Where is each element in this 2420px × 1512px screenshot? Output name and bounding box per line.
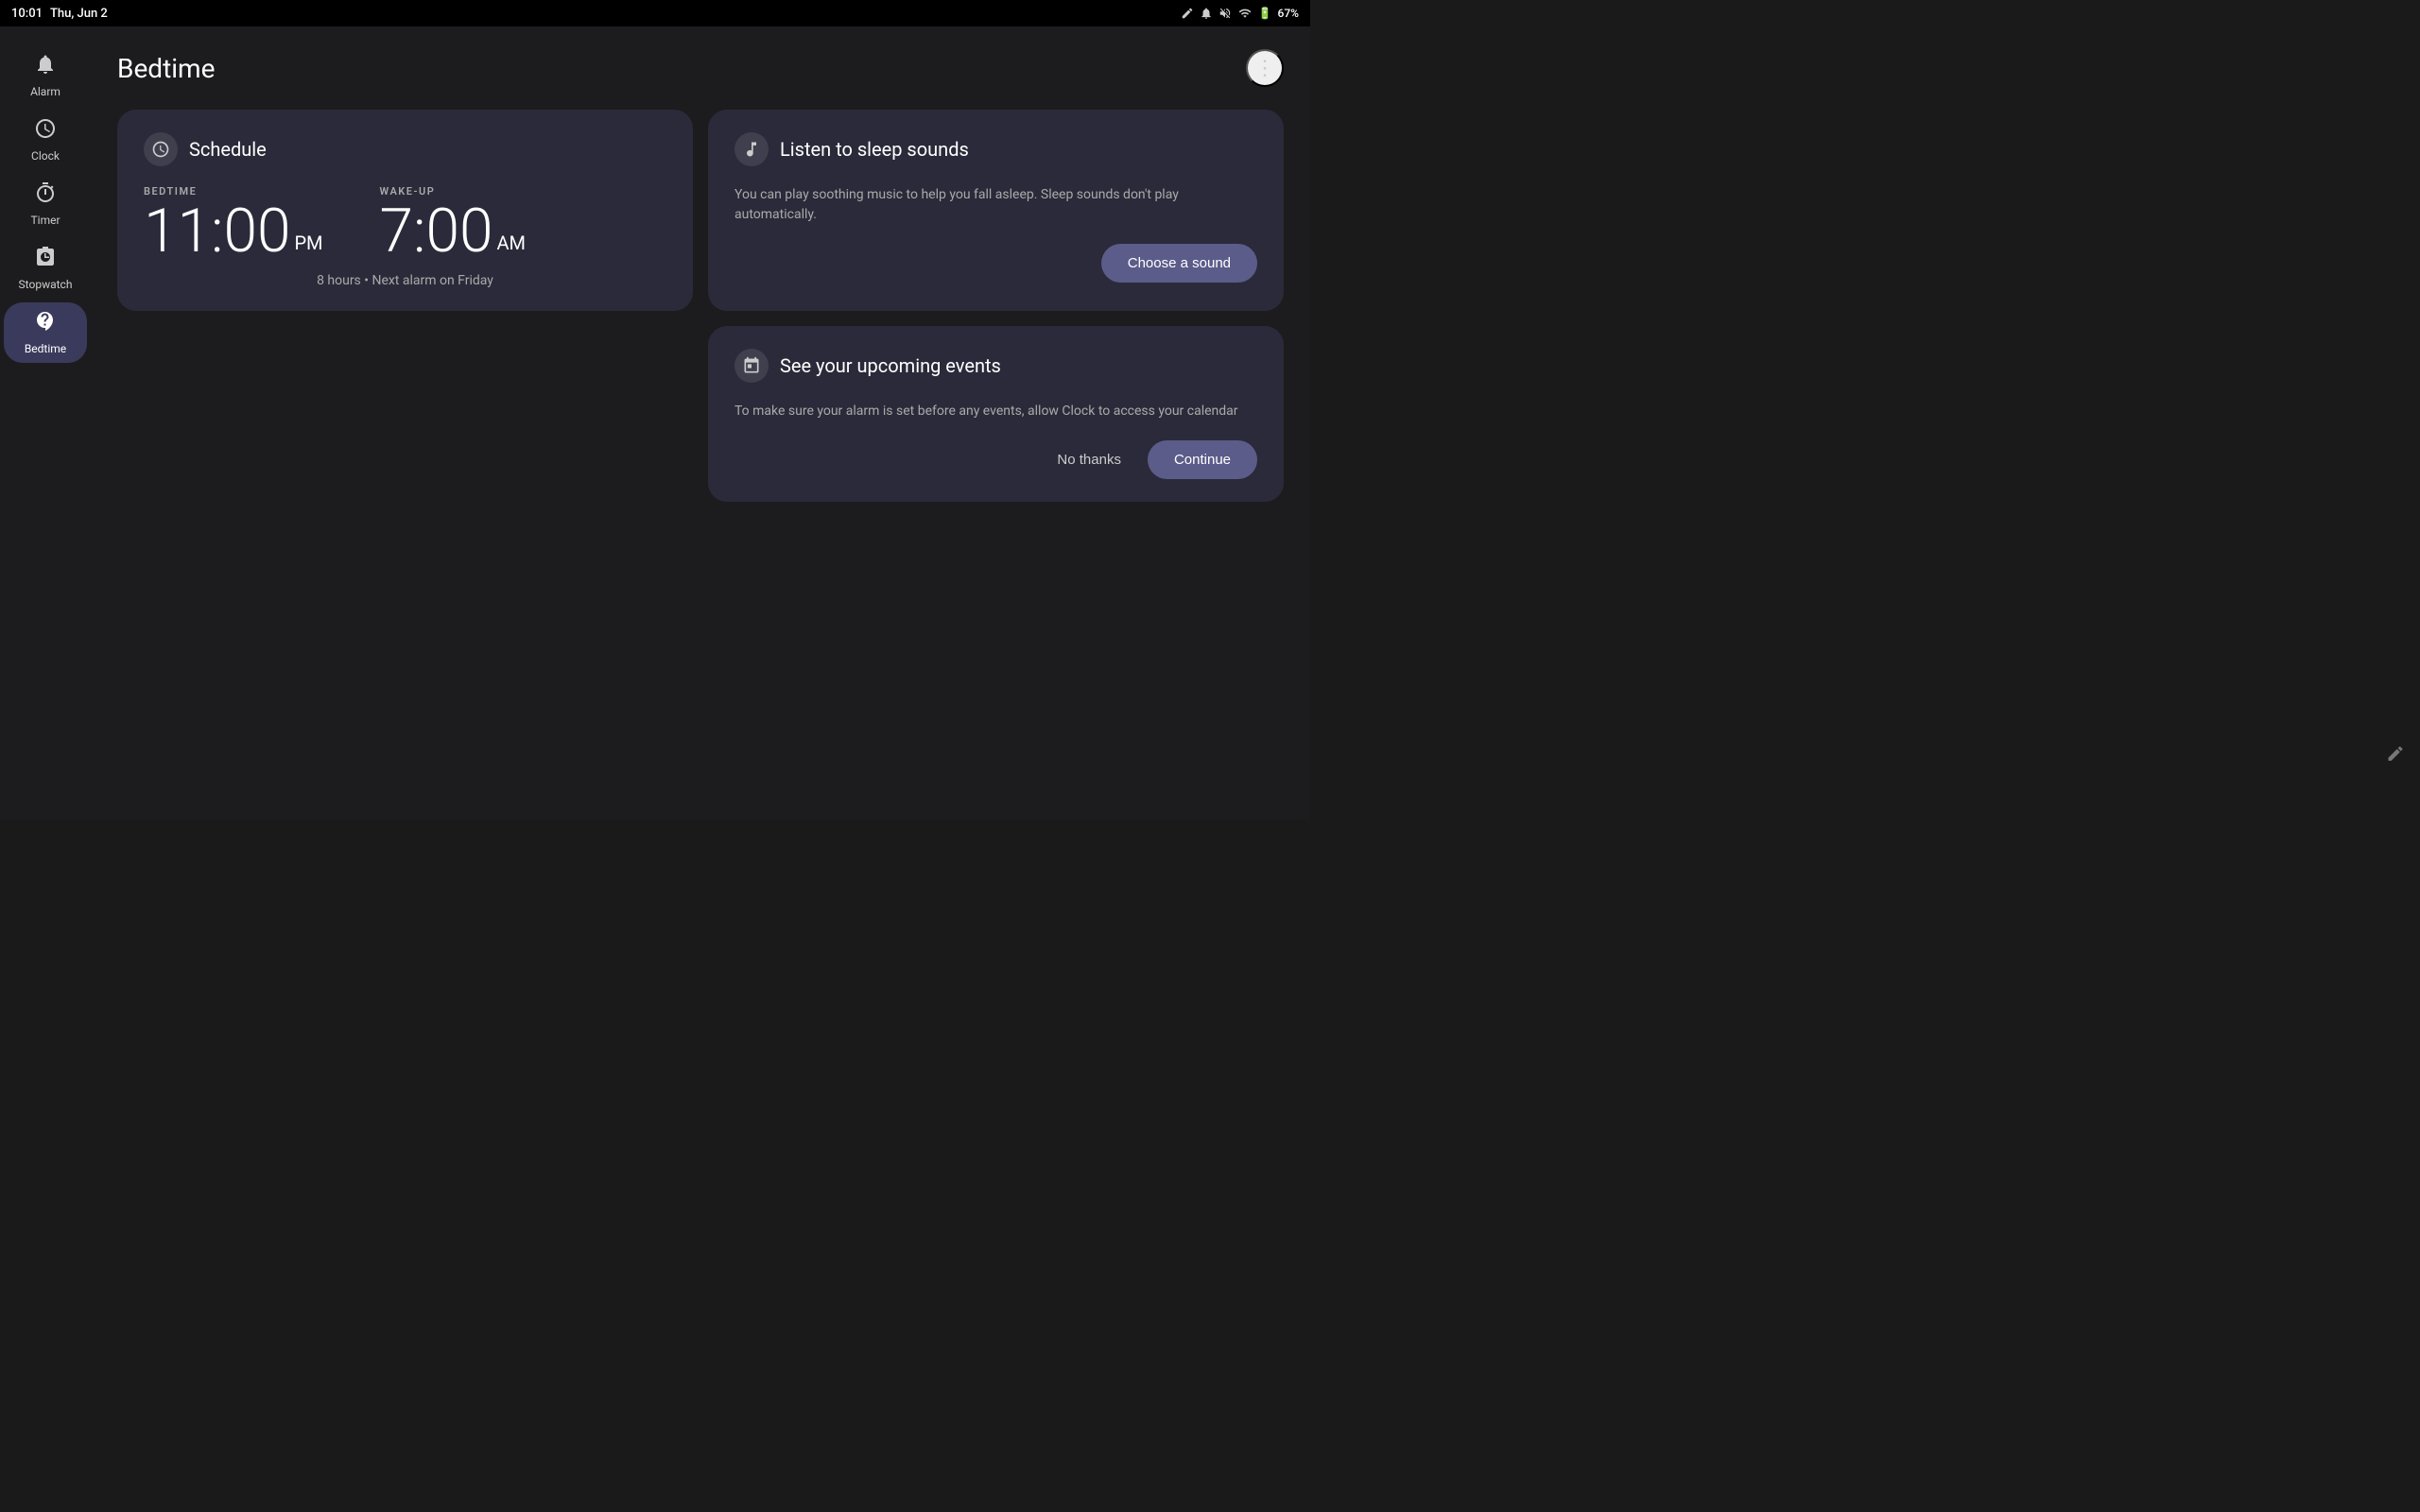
clock-nav-label: Clock xyxy=(31,149,60,163)
wakeup-ampm: AM xyxy=(496,232,526,254)
timer-nav-icon xyxy=(34,181,57,210)
bedtime-block[interactable]: BEDTIME 11:00 PM xyxy=(144,185,323,262)
alarm-nav-icon xyxy=(34,53,57,81)
more-icon: ⋮ xyxy=(1254,56,1275,80)
events-card: See your upcoming events To make sure yo… xyxy=(708,326,1284,502)
sidebar-item-bedtime[interactable]: Bedtime xyxy=(4,302,87,363)
alarm-nav-label: Alarm xyxy=(30,85,60,98)
battery-icon: 🔋 xyxy=(1258,7,1272,20)
sleep-sounds-card: Listen to sleep sounds You can play soot… xyxy=(708,110,1284,311)
no-thanks-button[interactable]: No thanks xyxy=(1042,442,1136,477)
alarm-status-icon xyxy=(1200,7,1213,20)
clock-nav-icon xyxy=(34,117,57,146)
wakeup-block[interactable]: WAKE-UP 7:00 AM xyxy=(380,185,526,262)
more-options-button[interactable]: ⋮ xyxy=(1246,49,1284,87)
sidebar: Alarm Clock Timer xyxy=(0,26,91,820)
status-bar: 10:01 Thu, Jun 2 🔋 67% xyxy=(0,0,1310,26)
bedtime-hour: 11:00 xyxy=(144,201,290,262)
sleep-sounds-icon xyxy=(735,132,769,166)
page-header: Bedtime ⋮ xyxy=(117,49,1284,87)
schedule-card-header: Schedule xyxy=(144,132,666,166)
sidebar-item-stopwatch[interactable]: Stopwatch xyxy=(4,238,87,299)
timer-nav-label: Timer xyxy=(30,214,60,227)
wakeup-value: 7:00 AM xyxy=(380,201,526,262)
events-card-header: See your upcoming events xyxy=(735,349,1257,383)
status-date: Thu, Jun 2 xyxy=(50,7,108,21)
schedule-info: 8 hours • Next alarm on Friday xyxy=(144,273,666,288)
status-left: 10:01 Thu, Jun 2 xyxy=(11,7,108,21)
sidebar-item-timer[interactable]: Timer xyxy=(4,174,87,234)
events-card-description: To make sure your alarm is set before an… xyxy=(735,402,1257,421)
sidebar-item-clock[interactable]: Clock xyxy=(4,110,87,170)
status-right: 🔋 67% xyxy=(1181,7,1299,20)
app-container: Alarm Clock Timer xyxy=(0,26,1310,820)
choose-sound-button[interactable]: Choose a sound xyxy=(1101,244,1257,283)
bedtime-nav-label: Bedtime xyxy=(25,342,66,355)
sleep-sounds-description: You can play soothing music to help you … xyxy=(735,185,1257,225)
schedule-card-title: Schedule xyxy=(189,138,267,161)
status-time: 10:01 xyxy=(11,7,43,21)
schedule-card: Schedule BEDTIME 11:00 PM WAKE-UP xyxy=(117,110,693,311)
battery-level: 67% xyxy=(1278,7,1299,20)
pencil-icon xyxy=(1181,7,1194,20)
events-card-title: See your upcoming events xyxy=(780,354,1001,377)
sidebar-item-alarm[interactable]: Alarm xyxy=(4,45,87,106)
bedtime-nav-icon xyxy=(34,310,57,338)
mute-icon xyxy=(1219,7,1232,20)
page-title: Bedtime xyxy=(117,53,215,84)
sleep-sounds-title: Listen to sleep sounds xyxy=(780,138,969,161)
continue-button[interactable]: Continue xyxy=(1148,440,1257,479)
stopwatch-nav-label: Stopwatch xyxy=(19,278,73,291)
wakeup-hour: 7:00 xyxy=(380,201,493,262)
bedtime-value: 11:00 PM xyxy=(144,201,323,262)
wifi-icon xyxy=(1237,7,1253,20)
bedtime-ampm: PM xyxy=(294,232,322,254)
schedule-card-icon xyxy=(144,132,178,166)
stopwatch-nav-icon xyxy=(34,246,57,274)
edit-pencil-icon[interactable] xyxy=(2386,745,2405,768)
content-area: Bedtime ⋮ Schedule xyxy=(91,26,1310,820)
sleep-sounds-header: Listen to sleep sounds xyxy=(735,132,1257,166)
cards-grid: Schedule BEDTIME 11:00 PM WAKE-UP xyxy=(117,110,1284,502)
schedule-times: BEDTIME 11:00 PM WAKE-UP 7:00 AM xyxy=(144,185,666,262)
events-actions: No thanks Continue xyxy=(735,440,1257,479)
events-card-icon xyxy=(735,349,769,383)
